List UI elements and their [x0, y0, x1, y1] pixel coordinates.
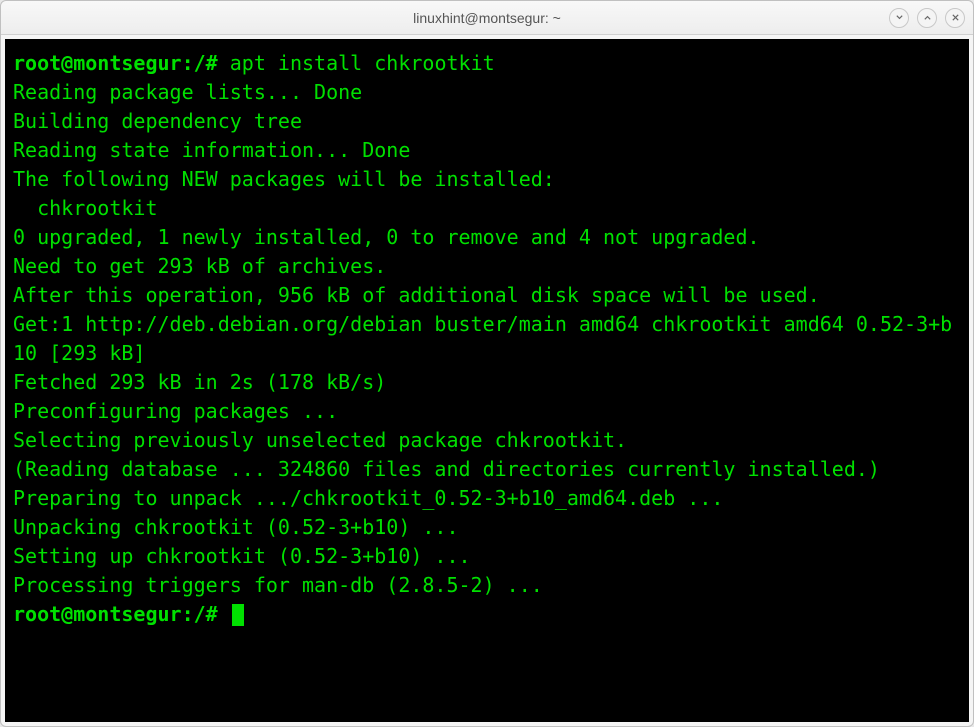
- output-line: Preparing to unpack .../chkrootkit_0.52-…: [13, 486, 723, 510]
- titlebar: linuxhint@montsegur: ~: [1, 1, 973, 35]
- close-button[interactable]: [945, 8, 965, 28]
- output-line: Preconfiguring packages ...: [13, 399, 338, 423]
- cursor-block: [232, 604, 244, 626]
- output-line: Building dependency tree: [13, 109, 302, 133]
- maximize-button[interactable]: [917, 8, 937, 28]
- output-line: Reading state information... Done: [13, 138, 410, 162]
- output-line: chkrootkit: [13, 196, 158, 220]
- terminal-window: linuxhint@montsegur: ~ root@montsegur:/#…: [0, 0, 974, 727]
- output-line: Processing triggers for man-db (2.8.5-2)…: [13, 573, 543, 597]
- output-line: Get:1 http://deb.debian.org/debian buste…: [13, 312, 952, 365]
- window-title: linuxhint@montsegur: ~: [413, 10, 561, 26]
- terminal-area[interactable]: root@montsegur:/# apt install chkrootkit…: [5, 39, 969, 722]
- minimize-icon: [895, 13, 904, 22]
- output-line: Setting up chkrootkit (0.52-3+b10) ...: [13, 544, 471, 568]
- command-text: apt install chkrootkit: [230, 51, 495, 75]
- shell-prompt: root@montsegur:/#: [13, 51, 230, 75]
- output-line: The following NEW packages will be insta…: [13, 167, 555, 191]
- output-line: Selecting previously unselected package …: [13, 428, 627, 452]
- shell-prompt: root@montsegur:/#: [13, 602, 230, 626]
- maximize-icon: [923, 13, 932, 22]
- window-controls: [889, 8, 965, 28]
- output-line: Unpacking chkrootkit (0.52-3+b10) ...: [13, 515, 459, 539]
- output-line: 0 upgraded, 1 newly installed, 0 to remo…: [13, 225, 760, 249]
- output-line: Need to get 293 kB of archives.: [13, 254, 386, 278]
- output-line: Reading package lists... Done: [13, 80, 362, 104]
- output-line: After this operation, 956 kB of addition…: [13, 283, 820, 307]
- close-icon: [951, 13, 960, 22]
- output-line: (Reading database ... 324860 files and d…: [13, 457, 880, 481]
- minimize-button[interactable]: [889, 8, 909, 28]
- output-line: Fetched 293 kB in 2s (178 kB/s): [13, 370, 386, 394]
